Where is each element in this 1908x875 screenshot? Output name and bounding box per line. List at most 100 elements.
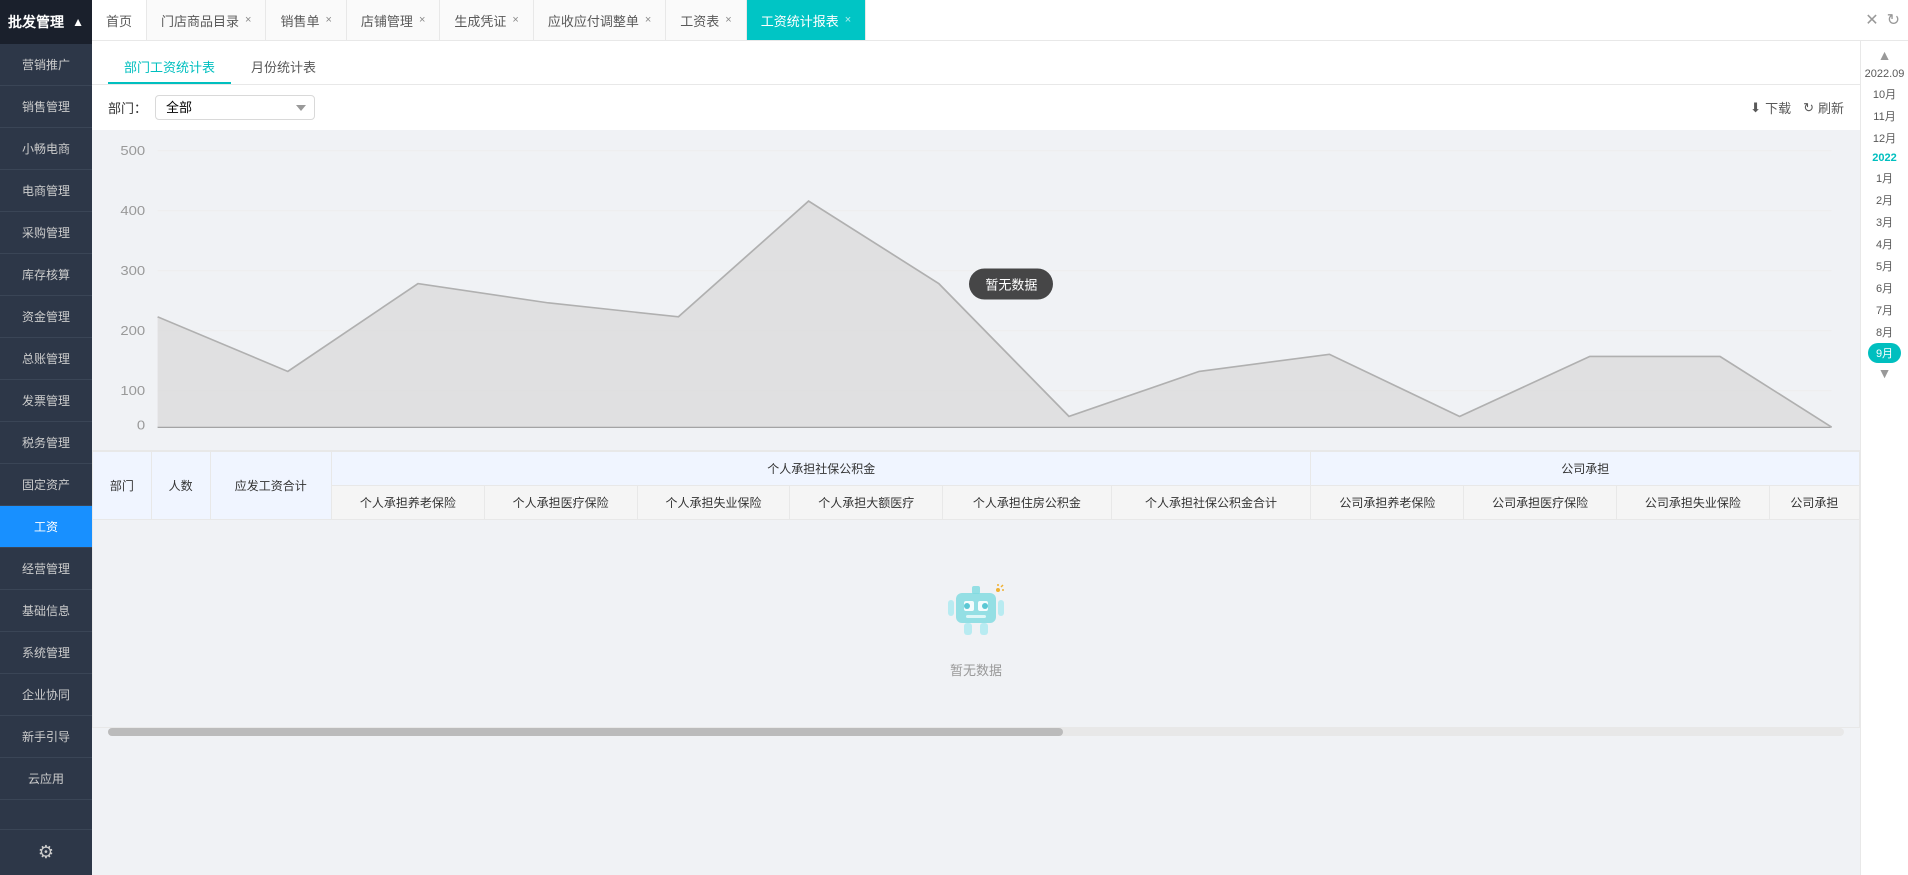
refresh-button[interactable]: ↻ 刷新 <box>1803 98 1844 117</box>
timeline-year-2022-09[interactable]: 2022.09 <box>1863 65 1907 83</box>
chart-area <box>158 201 1832 427</box>
timeline-month-1[interactable]: 1月 <box>1874 167 1895 189</box>
refresh-tab-icon[interactable]: ↻ <box>1887 10 1900 30</box>
sidebar-item-新手引导[interactable]: 新手引导 <box>0 716 92 758</box>
tab-bar: 首页门店商品目录×销售单×店铺管理×生成凭证×应收应付调整单×工资表×工资统计报… <box>92 0 1908 41</box>
sidebar: 批发管理 ▲ 营销推广销售管理小畅电商电商管理采购管理库存核算资金管理总账管理发… <box>0 0 92 875</box>
tab-门店商品目录[interactable]: 门店商品目录× <box>147 0 266 40</box>
col-personal-group: 个人承担社保公积金 <box>331 452 1310 486</box>
tab-close-icon[interactable]: × <box>419 14 425 26</box>
chart-no-data-tooltip: 暂无数据 <box>969 268 1053 299</box>
sub-tab-bar: 部门工资统计表月份统计表 <box>92 41 1860 85</box>
tab-close-icon[interactable]: × <box>245 14 251 26</box>
tab-close-icon[interactable]: × <box>645 14 651 26</box>
download-button[interactable]: ⬇ 下载 <box>1750 98 1791 117</box>
refresh-icon: ↻ <box>1803 100 1814 116</box>
table-scrollbar[interactable] <box>108 728 1844 736</box>
gear-icon: ⚙ <box>38 842 54 862</box>
tab-应收应付调整单[interactable]: 应收应付调整单× <box>534 0 666 40</box>
dept-label: 部门： <box>108 98 147 117</box>
table-scrollbar-thumb[interactable] <box>108 728 1063 736</box>
sidebar-item-小畅电商[interactable]: 小畅电商 <box>0 128 92 170</box>
toolbar: 部门： 全部 ⬇ 下载 ↻ 刷新 <box>92 85 1860 130</box>
timeline-month-12[interactable]: 12月 <box>1871 127 1898 149</box>
timeline-panel: ▲ 2022.09 10月 11月 12月 2022 1月 2月 3月 4月 5… <box>1860 41 1908 875</box>
timeline-month-9[interactable]: 9月 <box>1868 343 1901 363</box>
sidebar-item-工资[interactable]: 工资 <box>0 506 92 548</box>
tab-工资统计报表[interactable]: 工资统计报表× <box>747 0 866 40</box>
col-salary: 应发工资合计 <box>210 452 331 520</box>
download-label: 下载 <box>1765 98 1791 117</box>
sub-tab-月份统计表[interactable]: 月份统计表 <box>235 51 332 84</box>
sidebar-item-库存核算[interactable]: 库存核算 <box>0 254 92 296</box>
tab-店铺管理[interactable]: 店铺管理× <box>347 0 440 40</box>
settings-button[interactable]: ⚙ <box>0 829 92 875</box>
col-p5: 个人承担住房公积金 <box>943 486 1111 520</box>
tab-close-icon[interactable]: × <box>325 14 331 26</box>
sidebar-item-经营管理[interactable]: 经营管理 <box>0 548 92 590</box>
sidebar-item-资金管理[interactable]: 资金管理 <box>0 296 92 338</box>
col-p6: 个人承担社保公积金合计 <box>1111 486 1311 520</box>
timeline-month-11[interactable]: 11月 <box>1871 105 1897 127</box>
sidebar-item-营销推广[interactable]: 营销推广 <box>0 44 92 86</box>
sidebar-item-总账管理[interactable]: 总账管理 <box>0 338 92 380</box>
timeline-month-6[interactable]: 6月 <box>1874 277 1895 299</box>
svg-text:300: 300 <box>120 263 145 278</box>
sidebar-item-云应用[interactable]: 云应用 <box>0 758 92 800</box>
col-c4: 公司承担 <box>1769 486 1859 520</box>
tab-close-icon[interactable]: × <box>845 14 851 26</box>
col-company-group: 公司承担 <box>1311 452 1860 486</box>
empty-icon <box>936 568 1016 648</box>
timeline-month-8[interactable]: 8月 <box>1874 321 1895 343</box>
tab-首页[interactable]: 首页 <box>92 0 147 40</box>
sidebar-item-企业协同[interactable]: 企业协同 <box>0 674 92 716</box>
chart-container: 500 400 300 200 100 0 <box>92 130 1860 450</box>
tab-工资表[interactable]: 工资表× <box>666 0 746 40</box>
download-icon: ⬇ <box>1750 100 1761 116</box>
toolbar-right: ⬇ 下载 ↻ 刷新 <box>1750 98 1844 117</box>
sidebar-item-销售管理[interactable]: 销售管理 <box>0 86 92 128</box>
data-table: 部门 人数 应发工资合计 个人承担社保公积金 公司承担 个人承担养老保险 个人承… <box>92 451 1860 728</box>
sidebar-toggle-icon[interactable]: ▲ <box>72 15 84 29</box>
tab-close-icon[interactable]: × <box>725 14 731 26</box>
sub-tab-部门工资统计表[interactable]: 部门工资统计表 <box>108 51 231 84</box>
timeline-month-2[interactable]: 2月 <box>1874 189 1895 211</box>
timeline-month-3[interactable]: 3月 <box>1874 211 1895 233</box>
timeline-month-10[interactable]: 10月 <box>1871 83 1898 105</box>
refresh-label: 刷新 <box>1818 98 1844 117</box>
tab-销售单[interactable]: 销售单× <box>266 0 346 40</box>
col-count: 人数 <box>151 452 210 520</box>
close-all-icon[interactable]: ✕ <box>1865 10 1878 30</box>
timeline-down-icon[interactable]: ▼ <box>1876 363 1894 383</box>
timeline-month-5[interactable]: 5月 <box>1874 255 1895 277</box>
svg-text:400: 400 <box>120 203 145 218</box>
main-area: 首页门店商品目录×销售单×店铺管理×生成凭证×应收应付调整单×工资表×工资统计报… <box>92 0 1908 875</box>
svg-text:100: 100 <box>120 383 145 398</box>
tab-close-icon[interactable]: × <box>512 14 518 26</box>
sidebar-item-固定资产[interactable]: 固定资产 <box>0 464 92 506</box>
col-c2: 公司承担医疗保险 <box>1464 486 1617 520</box>
sidebar-item-电商管理[interactable]: 电商管理 <box>0 170 92 212</box>
timeline-up-icon[interactable]: ▲ <box>1876 45 1894 65</box>
sidebar-item-发票管理[interactable]: 发票管理 <box>0 380 92 422</box>
sidebar-item-系统管理[interactable]: 系统管理 <box>0 632 92 674</box>
empty-text: 暂无数据 <box>950 660 1002 679</box>
svg-text:0: 0 <box>137 417 146 432</box>
timeline-month-4[interactable]: 4月 <box>1874 233 1895 255</box>
sidebar-header[interactable]: 批发管理 ▲ <box>0 0 92 44</box>
col-dept: 部门 <box>93 452 152 520</box>
content-inner: 部门工资统计表月份统计表 部门： 全部 ⬇ 下载 ↻ <box>92 41 1908 875</box>
content-body: 部门工资统计表月份统计表 部门： 全部 ⬇ 下载 ↻ <box>92 41 1860 875</box>
sidebar-item-税务管理[interactable]: 税务管理 <box>0 422 92 464</box>
timeline-year-2022[interactable]: 2022 <box>1870 149 1898 167</box>
sidebar-item-基础信息[interactable]: 基础信息 <box>0 590 92 632</box>
col-c3: 公司承担失业保险 <box>1617 486 1770 520</box>
toolbar-left: 部门： 全部 <box>108 95 315 120</box>
col-c1: 公司承担养老保险 <box>1311 486 1464 520</box>
svg-text:500: 500 <box>120 143 145 158</box>
table-container[interactable]: 部门 人数 应发工资合计 个人承担社保公积金 公司承担 个人承担养老保险 个人承… <box>92 450 1860 875</box>
sidebar-item-采购管理[interactable]: 采购管理 <box>0 212 92 254</box>
tab-生成凭证[interactable]: 生成凭证× <box>440 0 533 40</box>
dept-select[interactable]: 全部 <box>155 95 315 120</box>
timeline-month-7[interactable]: 7月 <box>1874 299 1895 321</box>
